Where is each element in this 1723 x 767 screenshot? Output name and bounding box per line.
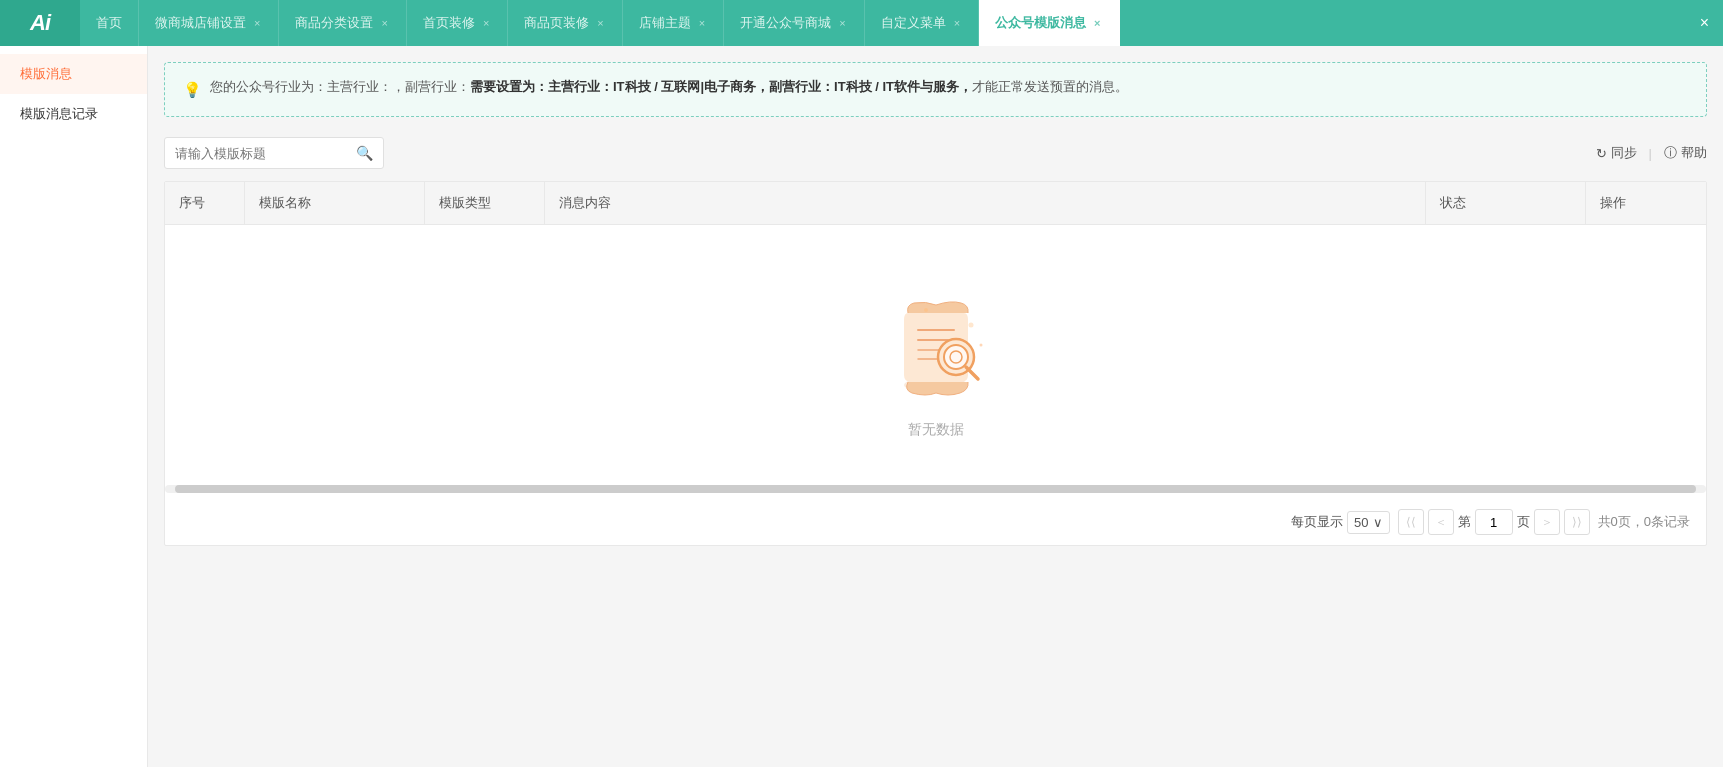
content-area: 💡 您的公众号行业为：主营行业：，副营行业：需要设置为：主营行业：IT科技 / … [148, 46, 1723, 767]
chevron-down-icon: ∨ [1373, 515, 1383, 530]
col-name: 模版名称 [245, 182, 425, 224]
col-action: 操作 [1586, 182, 1706, 224]
empty-illustration [876, 285, 996, 405]
page-prev-button[interactable]: ＜ [1428, 509, 1454, 535]
page-last-button[interactable]: ⟩⟩ [1564, 509, 1590, 535]
svg-point-9 [924, 308, 928, 312]
nav-tab-label: 商品分类设置 [295, 14, 373, 32]
nav-tab-label: 开通公众号商城 [740, 14, 831, 32]
page-first-button[interactable]: ⟨⟨ [1398, 509, 1424, 535]
nav-tab-label: 首页 [96, 14, 122, 32]
main-layout: 模版消息模版消息记录 💡 您的公众号行业为：主营行业：，副营行业：需要设置为：主… [0, 46, 1723, 767]
nav-tabs-container: 首页微商城店铺设置×商品分类设置×首页装修×商品页装修×店铺主题×开通公众号商城… [80, 0, 1686, 46]
page-current-display: 第 页 [1458, 509, 1530, 535]
page-navigation: ⟨⟨ ＜ 第 页 ＞ ⟩⟩ [1398, 509, 1590, 535]
col-index: 序号 [165, 182, 245, 224]
nav-tab-公众号模版消息[interactable]: 公众号模版消息 × [979, 0, 1119, 46]
top-navigation: Ai 首页微商城店铺设置×商品分类设置×首页装修×商品页装修×店铺主题×开通公众… [0, 0, 1723, 46]
pagination: 每页显示 50 ∨ ⟨⟨ ＜ 第 页 ＞ ⟩⟩ [165, 499, 1706, 545]
scrollbar-thumb[interactable] [175, 485, 1696, 493]
nav-tab-微商城店铺设置[interactable]: 微商城店铺设置 × [139, 0, 279, 46]
notice-box: 💡 您的公众号行业为：主营行业：，副营行业：需要设置为：主营行业：IT科技 / … [164, 62, 1707, 117]
page-size-label: 每页显示 [1291, 513, 1343, 531]
nav-tab-close-icon[interactable]: × [595, 16, 605, 30]
sidebar: 模版消息模版消息记录 [0, 46, 148, 767]
page-before-label: 第 [1458, 513, 1471, 531]
nav-tab-close-icon[interactable]: × [697, 16, 707, 30]
nav-tab-商品分类设置[interactable]: 商品分类设置 × [279, 0, 406, 46]
page-number-input[interactable] [1475, 509, 1513, 535]
help-icon: ⓘ [1664, 144, 1677, 162]
nav-tab-label: 首页装修 [423, 14, 475, 32]
svg-point-10 [968, 323, 973, 328]
page-size-value: 50 [1354, 515, 1368, 530]
logo: Ai [0, 0, 80, 46]
sync-button[interactable]: ↻ 同步 [1596, 144, 1637, 162]
close-all-button[interactable]: × [1686, 0, 1723, 46]
nav-tab-close-icon[interactable]: × [952, 16, 962, 30]
page-size-select: 每页显示 50 ∨ [1291, 511, 1389, 534]
nav-tab-label: 公众号模版消息 [995, 14, 1086, 32]
sidebar-item-模版消息记录[interactable]: 模版消息记录 [0, 94, 147, 134]
notice-text: 您的公众号行业为：主营行业：，副营行业：需要设置为：主营行业：IT科技 / 互联… [210, 77, 1128, 98]
nav-tab-开通公众号商城[interactable]: 开通公众号商城 × [724, 0, 864, 46]
search-actions: ↻ 同步 | ⓘ 帮助 [1596, 144, 1707, 162]
nav-tab-label: 店铺主题 [639, 14, 691, 32]
help-button[interactable]: ⓘ 帮助 [1664, 144, 1707, 162]
page-next-button[interactable]: ＞ [1534, 509, 1560, 535]
search-input-wrap[interactable]: 🔍 [164, 137, 384, 169]
nav-tab-label: 商品页装修 [524, 14, 589, 32]
empty-state: 暂无数据 [165, 225, 1706, 479]
sync-icon: ↻ [1596, 146, 1607, 161]
col-type: 模版类型 [425, 182, 545, 224]
page-total: 共0页，0条记录 [1598, 513, 1690, 531]
page-size-dropdown[interactable]: 50 ∨ [1347, 511, 1389, 534]
search-input[interactable] [175, 146, 356, 161]
help-label: 帮助 [1681, 144, 1707, 162]
nav-tab-首页装修[interactable]: 首页装修 × [407, 0, 508, 46]
nav-tab-商品页装修[interactable]: 商品页装修 × [508, 0, 622, 46]
nav-tab-首页[interactable]: 首页 [80, 0, 139, 46]
nav-tab-close-icon[interactable]: × [379, 16, 389, 30]
nav-tab-自定义菜单[interactable]: 自定义菜单 × [865, 0, 979, 46]
page-after-label: 页 [1517, 513, 1530, 531]
notice-text-after: 才能正常发送预置的消息。 [972, 79, 1128, 94]
search-icon[interactable]: 🔍 [356, 145, 373, 161]
table-wrap: 序号 模版名称 模版类型 消息内容 状态 操作 [164, 181, 1707, 546]
nav-tab-close-icon[interactable]: × [1092, 16, 1102, 30]
nav-tab-close-icon[interactable]: × [481, 16, 491, 30]
nav-tab-店铺主题[interactable]: 店铺主题 × [623, 0, 724, 46]
col-content: 消息内容 [545, 182, 1426, 224]
sync-label: 同步 [1611, 144, 1637, 162]
table-header: 序号 模版名称 模版类型 消息内容 状态 操作 [165, 182, 1706, 225]
search-bar: 🔍 ↻ 同步 | ⓘ 帮助 [164, 137, 1707, 169]
sidebar-item-模版消息[interactable]: 模版消息 [0, 54, 147, 94]
svg-point-11 [979, 344, 982, 347]
notice-text-highlight: 需要设置为：主营行业：IT科技 / 互联网|电子商务，副营行业：IT科技 / I… [470, 79, 972, 94]
empty-text: 暂无数据 [908, 421, 964, 439]
notice-text-before: 您的公众号行业为：主营行业：，副营行业： [210, 79, 470, 94]
horizontal-scrollbar[interactable] [165, 485, 1706, 493]
divider: | [1649, 146, 1652, 161]
nav-tab-label: 微商城店铺设置 [155, 14, 246, 32]
col-status: 状态 [1426, 182, 1586, 224]
nav-tab-close-icon[interactable]: × [837, 16, 847, 30]
notice-icon: 💡 [183, 78, 202, 102]
nav-tab-close-icon[interactable]: × [252, 16, 262, 30]
svg-point-6 [944, 345, 968, 369]
nav-tab-label: 自定义菜单 [881, 14, 946, 32]
